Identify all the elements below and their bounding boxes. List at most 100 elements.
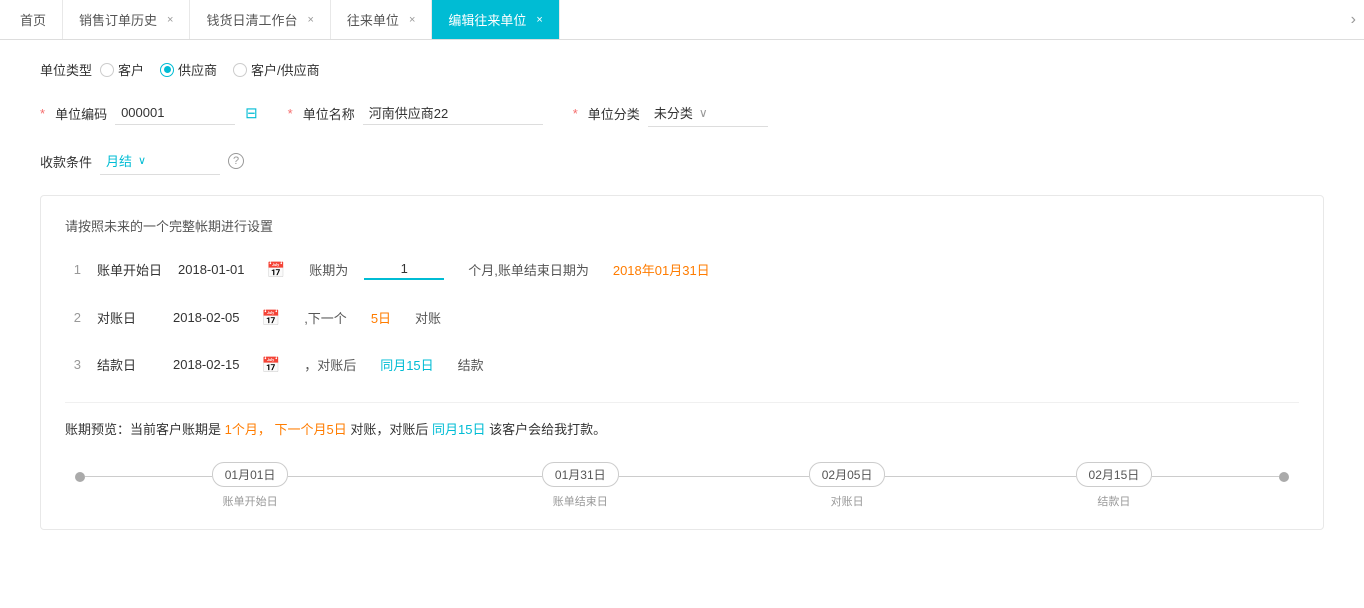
- row1-period-label: 账期为: [309, 260, 348, 279]
- tl-label-3: 对账日: [831, 493, 864, 509]
- tl-label-4: 结款日: [1097, 493, 1130, 509]
- unit-category-value: 未分类: [654, 103, 693, 122]
- unit-category-group: * 单位分类 未分类 ∨: [573, 99, 768, 127]
- timeline-node-1: 01月01日 账单开始日: [212, 462, 289, 509]
- unit-code-input[interactable]: [115, 101, 235, 125]
- row1-period-input[interactable]: [364, 259, 444, 280]
- radio-both-circle: [233, 63, 247, 77]
- setting-row-2: 2 对账日 2018-02-05 📅 ,下一个 5日 对账: [65, 308, 1299, 327]
- tab-sales-history-close[interactable]: ×: [167, 14, 173, 26]
- tl-line-4: [885, 476, 1075, 477]
- radio-supplier[interactable]: 供应商: [160, 60, 217, 79]
- timeline: 01月01日 账单开始日 01月31日 账单结束日 02月05日 对账日: [65, 462, 1299, 509]
- row3-number: 3: [65, 357, 81, 372]
- row3-desc-highlight: 同月15日: [380, 355, 433, 374]
- row3-date: 2018-02-15: [173, 357, 240, 372]
- unit-type-group: 单位类型 客户 供应商 客户/供应商: [40, 60, 320, 79]
- row1-period-unit: 个月,账单结束日期为: [468, 260, 589, 279]
- tl-line-1: [85, 476, 212, 477]
- row2-calendar-icon[interactable]: 📅: [262, 309, 281, 327]
- preview-p3: 对账，对账后: [350, 422, 428, 437]
- tab-cashflow[interactable]: 钱货日清工作台 ×: [190, 0, 330, 39]
- preview-label: 账期预览：当前客户账期是: [65, 422, 221, 437]
- preview-text: 账期预览：当前客户账期是 1个月， 下一个月5日 对账，对账后 同月15日 该客…: [65, 419, 1299, 438]
- tab-cashflow-label: 钱货日清工作台: [206, 10, 297, 29]
- row1-calendar-icon[interactable]: 📅: [267, 261, 286, 279]
- main-content: 单位类型 客户 供应商 客户/供应商 * 单位编码: [0, 40, 1364, 608]
- radio-customer-circle: [100, 63, 114, 77]
- radio-both[interactable]: 客户/供应商: [233, 60, 320, 79]
- row3-desc-prefix: ，对账后: [304, 355, 356, 374]
- tab-cashflow-close[interactable]: ×: [307, 14, 313, 26]
- payment-terms-help[interactable]: ?: [228, 153, 244, 169]
- preview-section: 账期预览：当前客户账期是 1个月， 下一个月5日 对账，对账后 同月15日 该客…: [65, 402, 1299, 509]
- unit-type-row: 单位类型 客户 供应商 客户/供应商: [40, 60, 1324, 79]
- settings-title: 请按照未来的一个完整帐期进行设置: [65, 216, 1299, 235]
- payment-terms-group: 收款条件 月结 ∨ ?: [40, 147, 244, 175]
- tab-trading-units[interactable]: 往来单位 ×: [331, 0, 432, 39]
- setting-row-3: 3 结款日 2018-02-15 📅 ，对账后 同月15日 结款: [65, 355, 1299, 374]
- payment-terms-arrow: ∨: [138, 154, 146, 167]
- unit-name-input[interactable]: [363, 101, 543, 125]
- unit-code-star: *: [40, 106, 45, 121]
- row2-number: 2: [65, 310, 81, 325]
- preview-p2: 下一个月5日: [275, 422, 347, 437]
- tab-home-label: 首页: [20, 10, 46, 29]
- row2-label: 对账日: [97, 308, 157, 327]
- row2-date: 2018-02-05: [173, 310, 240, 325]
- timeline-start-dot: [75, 472, 85, 482]
- tl-line-3: [619, 476, 809, 477]
- unit-name-group: * 单位名称: [288, 101, 543, 125]
- unit-category-star: *: [573, 106, 578, 121]
- tab-edit-trading-unit[interactable]: 编辑往来单位 ×: [432, 0, 559, 39]
- unit-name-label: 单位名称: [303, 104, 355, 123]
- tl-bubble-2: 01月31日: [542, 462, 619, 487]
- row1-end-date: 2018年01月31日: [613, 260, 710, 279]
- tab-home[interactable]: 首页: [0, 0, 63, 39]
- row3-desc-suffix: 结款: [458, 355, 484, 374]
- radio-supplier-circle: [160, 63, 174, 77]
- payment-terms-value: 月结: [106, 151, 132, 170]
- row2-desc-prefix: ,下一个: [304, 308, 347, 327]
- tl-label-1: 账单开始日: [223, 493, 278, 509]
- payment-terms-select[interactable]: 月结 ∨: [100, 147, 220, 175]
- tl-bubble-1: 01月01日: [212, 462, 289, 487]
- preview-p1: 1个月，: [225, 422, 271, 437]
- tl-bubble-4: 02月15日: [1076, 462, 1153, 487]
- tl-line-5: [1152, 476, 1279, 477]
- radio-customer[interactable]: 客户: [100, 60, 144, 79]
- tab-edit-trading-unit-label: 编辑往来单位: [448, 10, 526, 29]
- tl-bubble-3: 02月05日: [809, 462, 886, 487]
- unit-category-label: 单位分类: [588, 104, 640, 123]
- row2-desc-suffix: 对账: [415, 308, 441, 327]
- preview-p5: 该客户会给我打款。: [489, 422, 606, 437]
- tab-edit-trading-unit-close[interactable]: ×: [536, 14, 542, 26]
- radio-both-label: 客户/供应商: [251, 60, 320, 79]
- unit-info-row: * 单位编码 ⊟ * 单位名称 * 单位分类 未分类 ∨: [40, 99, 1324, 127]
- payment-terms-label: 收款条件: [40, 152, 92, 171]
- radio-group: 客户 供应商 客户/供应商: [100, 60, 320, 79]
- setting-row-1: 1 账单开始日 2018-01-01 📅 账期为 个月,账单结束日期为 2018…: [65, 259, 1299, 280]
- tab-sales-history-label: 销售订单历史: [79, 10, 157, 29]
- tab-sales-history[interactable]: 销售订单历史 ×: [63, 0, 190, 39]
- row3-label: 结款日: [97, 355, 157, 374]
- tab-trading-units-label: 往来单位: [347, 10, 399, 29]
- payment-terms-row: 收款条件 月结 ∨ ?: [40, 147, 1324, 175]
- unit-name-star: *: [288, 106, 293, 121]
- unit-category-arrow: ∨: [699, 106, 708, 120]
- unit-type-label: 单位类型: [40, 60, 92, 79]
- timeline-node-3: 02月05日 对账日: [809, 462, 886, 509]
- row1-label: 账单开始日: [97, 260, 162, 279]
- preview-p4: 同月15日: [432, 422, 485, 437]
- tab-bar: 首页 销售订单历史 × 钱货日清工作台 × 往来单位 × 编辑往来单位 × ›: [0, 0, 1364, 40]
- unit-code-group: * 单位编码 ⊟: [40, 101, 258, 125]
- timeline-node-2: 01月31日 账单结束日: [542, 462, 619, 509]
- row1-date: 2018-01-01: [178, 262, 245, 277]
- unit-category-select[interactable]: 未分类 ∨: [648, 99, 768, 127]
- radio-supplier-label: 供应商: [178, 60, 217, 79]
- row3-calendar-icon[interactable]: 📅: [262, 356, 281, 374]
- timeline-end-dot: [1279, 472, 1289, 482]
- tab-scroll-right[interactable]: ›: [1343, 0, 1364, 39]
- tab-trading-units-close[interactable]: ×: [409, 14, 415, 26]
- copy-icon[interactable]: ⊟: [245, 104, 258, 122]
